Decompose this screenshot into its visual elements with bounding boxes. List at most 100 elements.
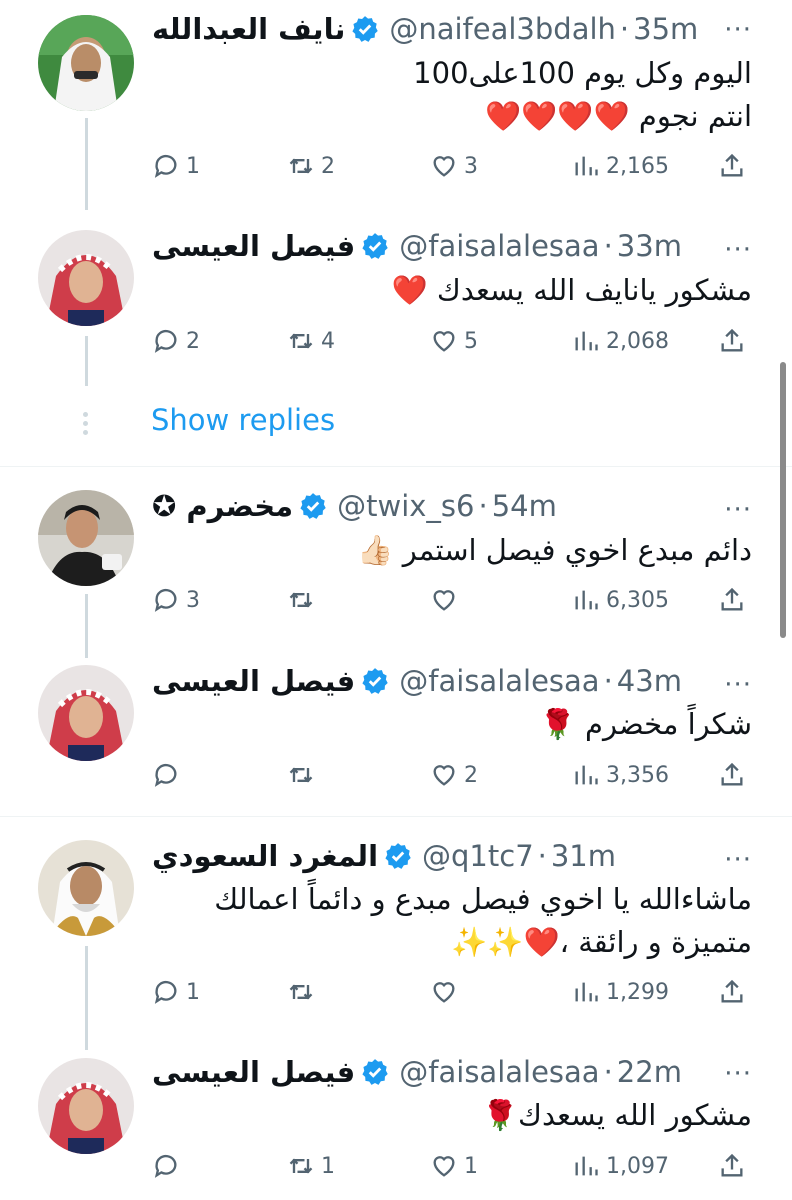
avatar[interactable] [38,1058,134,1154]
avatar[interactable] [38,15,134,111]
tweet-text: ماشاءالله يا اخوي فيصل مبدع و دائماً اعم… [152,878,752,964]
author-name[interactable]: نايف العبدالله [152,12,345,46]
tweet[interactable]: فيصل العيسى @faisalalesaa · 43m ··· شكرا… [0,645,792,810]
timestamp[interactable]: 35m [633,12,698,46]
avatar[interactable] [38,665,134,761]
tweet-text: دائم مبدع اخوي فيصل استمر 👍🏻 [152,529,752,572]
share-button[interactable] [718,319,746,363]
views-count: 2,165 [606,153,669,179]
retweet-button[interactable] [287,578,321,622]
reply-icon [154,763,177,787]
share-button[interactable] [718,970,746,1014]
views-icon [575,765,598,785]
heart-icon [433,765,455,786]
like-count: 5 [464,328,478,354]
tweet-actions: 1 1 1,097 [152,1144,752,1188]
separator-dot: · [603,229,613,263]
author-handle[interactable]: @twix_s6 [337,489,474,523]
author-name[interactable]: فيصل العيسى [152,229,355,263]
retweet-icon [289,158,313,174]
reply-button[interactable]: 3 [152,578,200,622]
author-handle[interactable]: @q1tc7 [422,839,534,873]
retweet-button[interactable]: 2 [287,144,335,188]
avatar[interactable] [38,230,134,326]
separator-dot: · [619,12,630,46]
author-handle[interactable]: @naifeal3bdalh [389,12,616,46]
views-button[interactable]: 2,165 [572,144,669,188]
tweet-text-line: دائم مبدع اخوي فيصل استمر 👍🏻 [357,533,752,567]
separator-dot: · [603,1055,613,1089]
reply-button[interactable] [152,753,186,797]
tweet-text-line: اليوم وكل يوم 100على100 [413,56,752,90]
reply-icon [154,588,177,612]
timestamp[interactable]: 43m [617,664,682,698]
more-icon[interactable]: ··· [724,237,752,263]
tweet-text: شكراً مخضرم 🌹 [152,703,752,746]
author-handle[interactable]: @faisalalesaa [399,229,599,263]
share-button[interactable] [718,144,746,188]
views-button[interactable]: 2,068 [572,319,669,363]
author-name[interactable]: فيصل العيسى [152,664,355,698]
avatar[interactable] [38,490,134,586]
verified-badge-icon [361,1058,389,1086]
reply-button[interactable] [152,1144,186,1188]
views-button[interactable]: 6,305 [572,578,669,622]
like-button[interactable]: 2 [430,753,478,797]
tweet[interactable]: فيصل العيسى @faisalalesaa · 22m ··· مشكو… [0,1038,792,1200]
timestamp[interactable]: 54m [492,489,557,523]
retweet-icon [289,984,313,1000]
retweet-button[interactable] [287,970,321,1014]
like-button[interactable]: 5 [430,319,478,363]
retweet-button[interactable] [287,753,321,797]
thread-ellipsis [82,412,90,439]
like-button[interactable] [430,970,464,1014]
timestamp[interactable]: 31m [551,839,616,873]
reply-icon [154,980,177,1004]
reply-count: 2 [186,328,200,354]
tweet-actions: 2 4 5 2,068 [152,319,752,363]
reply-icon [154,154,177,178]
like-button[interactable]: 1 [430,1144,478,1188]
tweet[interactable]: مخضرم ✪ @twix_s6 · 54m ··· دائم مبدع اخو… [0,470,792,640]
share-button[interactable] [718,1144,746,1188]
more-icon[interactable]: ··· [724,497,752,523]
like-button[interactable]: 3 [430,144,478,188]
separator-dot: · [537,839,547,873]
more-icon[interactable]: ··· [724,1061,752,1087]
author-name[interactable]: المغرد السعودي [152,839,378,873]
more-icon[interactable]: ··· [724,847,752,873]
reply-button[interactable]: 1 [152,970,200,1014]
author-handle[interactable]: @faisalalesaa [399,1055,599,1089]
tweet[interactable]: نايف العبدالله @naifeal3bdalh · 35m ··· … [0,0,792,200]
retweet-button[interactable]: 4 [287,319,335,363]
share-button[interactable] [718,753,746,797]
tweet[interactable]: فيصل العيسى @faisalalesaa · 33m ··· مشكو… [0,210,792,380]
views-button[interactable]: 1,299 [572,970,669,1014]
reply-count: 3 [186,587,200,613]
tweet-actions: 3 6,305 [152,578,752,622]
more-icon[interactable]: ··· [724,672,752,698]
tweet-text-line: ماشاءالله يا اخوي فيصل مبدع و دائماً اعم… [214,882,752,916]
retweet-icon [289,592,313,608]
verified-badge-icon [361,667,389,695]
reply-button[interactable]: 2 [152,319,200,363]
tweet-actions: 1 1,299 [152,970,752,1014]
share-button[interactable] [718,578,746,622]
views-button[interactable]: 3,356 [572,753,669,797]
show-replies-link[interactable]: Show replies [151,403,335,437]
scrollbar[interactable] [780,362,786,638]
heart-icon [433,1156,455,1177]
timestamp[interactable]: 33m [617,229,682,263]
author-name[interactable]: فيصل العيسى [152,1055,355,1089]
more-icon[interactable]: ··· [724,17,752,43]
like-button[interactable] [430,578,464,622]
author-name[interactable]: مخضرم ✪ [152,489,293,523]
timestamp[interactable]: 22m [617,1055,682,1089]
avatar[interactable] [38,840,134,936]
views-button[interactable]: 1,097 [572,1144,669,1188]
views-count: 2,068 [606,328,669,354]
reply-button[interactable]: 1 [152,144,200,188]
author-handle[interactable]: @faisalalesaa [399,664,599,698]
tweet[interactable]: المغرد السعودي @q1tc7 · 31m ··· ماشاءالل… [0,820,792,1030]
retweet-button[interactable]: 1 [287,1144,335,1188]
